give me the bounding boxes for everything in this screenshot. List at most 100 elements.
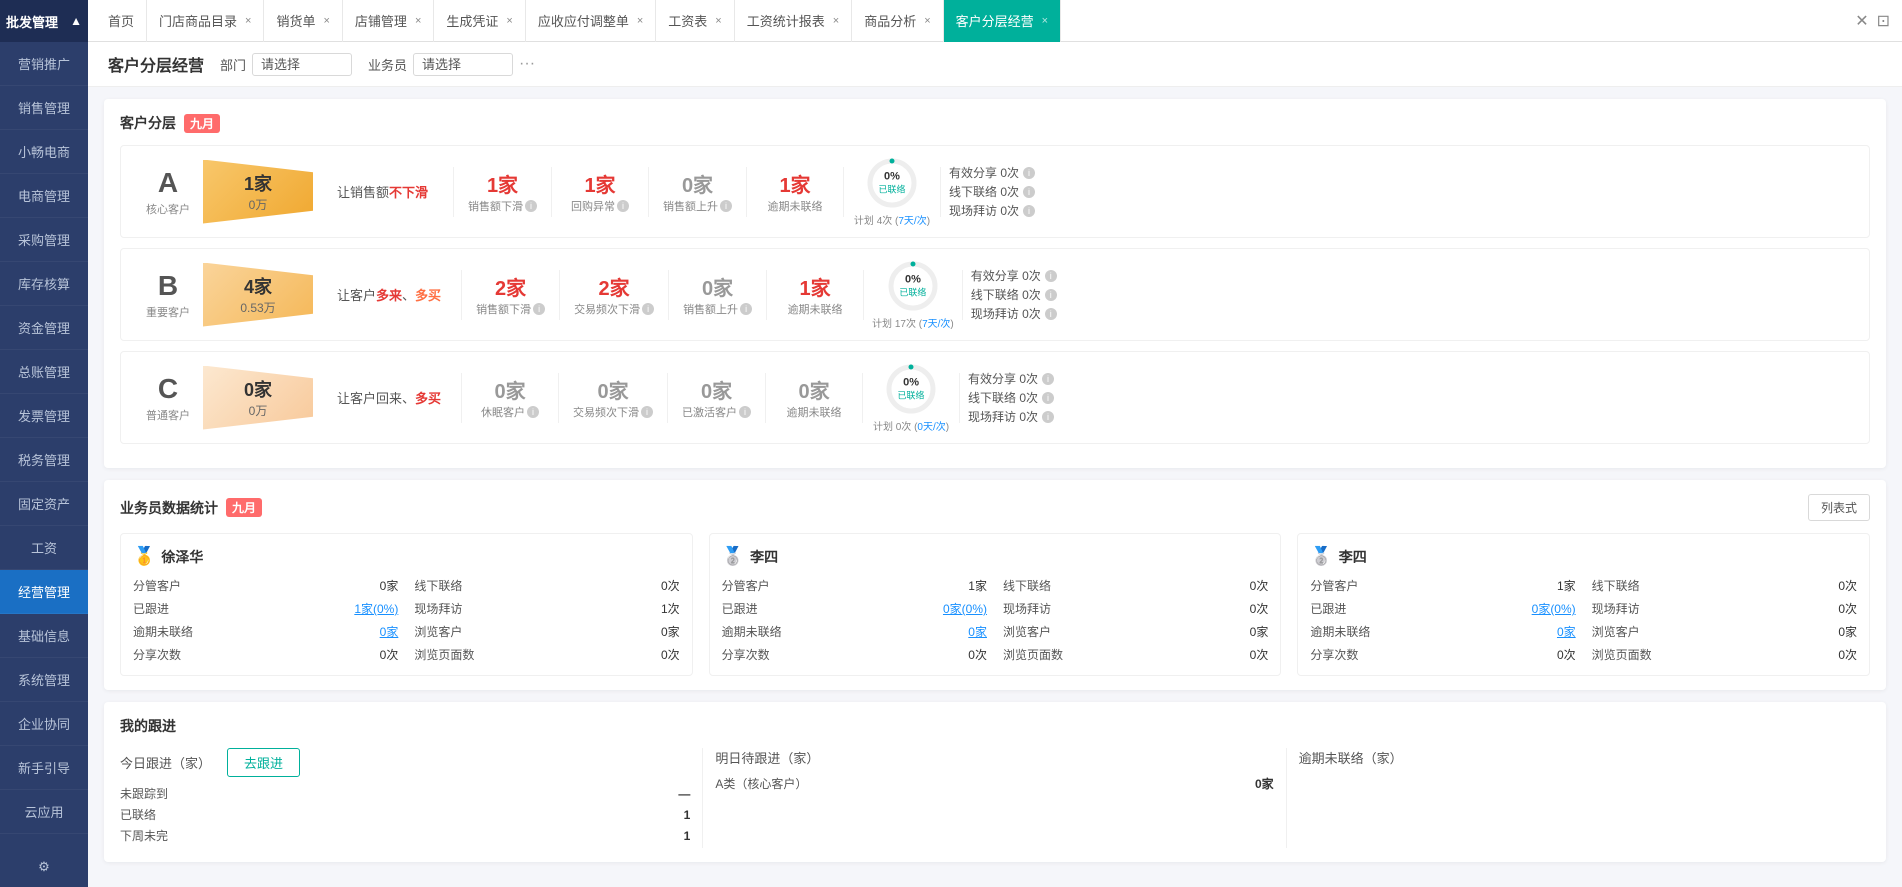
staff-stat-row: 现场拜访 0次 [1592,600,1857,617]
tier-metric1-C: 0家 休眠客户 i [470,375,550,420]
tab-门店商品目录[interactable]: 门店商品目录× [147,0,264,42]
staff-stat-row: 分享次数 0次 [1310,646,1575,663]
tab-客户分层经营[interactable]: 客户分层经营 × [944,0,1061,42]
sidebar-expand-icon[interactable]: ▲ [70,14,82,28]
tier-divider [668,270,669,320]
sidebar-item-库存核算[interactable]: 库存核算 [0,262,88,306]
sidebar-item-税务管理[interactable]: 税务管理 [0,438,88,482]
tab-工资统计报表[interactable]: 工资统计报表× [735,0,852,42]
tab-工资表[interactable]: 工资表× [656,0,734,42]
tier-metric1-B: 2家 销售额下滑 i [470,272,551,317]
medal-icon: 🥈 [722,546,744,567]
sidebar-item-电商管理[interactable]: 电商管理 [0,174,88,218]
staff-section: 业务员数据统计 九月 列表式 🥇 徐泽华 分管客户 0家 线下联络 0次 已跟进 [104,480,1886,690]
tab-close-icon[interactable]: × [1042,15,1048,27]
tab-label: 客户分层经营 [956,11,1034,30]
staff-card-0: 🥇 徐泽华 分管客户 0家 线下联络 0次 已跟进 1家(0%) 现场拜访 1次 [120,533,693,676]
tab-close-icon[interactable]: × [833,15,839,27]
tab-label: 首页 [108,11,134,30]
tab-close-icon[interactable]: × [637,15,643,27]
tab-bar: 首页门店商品目录×销货单×店铺管理×生成凭证×应收应付调整单×工资表×工资统计报… [88,0,1902,42]
sidebar-item-云应用[interactable]: 云应用 [0,790,88,834]
tab-close-icon[interactable]: × [924,15,930,27]
sidebar-item-采购管理[interactable]: 采购管理 [0,218,88,262]
staff-stat-row: 分管客户 0家 [133,577,398,594]
sidebar-item-总账管理[interactable]: 总账管理 [0,350,88,394]
tier-divider [453,167,454,217]
followup-goto-btn[interactable]: 去跟进 [227,748,300,777]
sidebar: 批发管理 ▲ 营销推广销售管理小畅电商电商管理采购管理库存核算资金管理总账管理发… [0,0,88,887]
tab-销货单[interactable]: 销货单× [264,0,342,42]
staff-stat-row: 分管客户 1家 [722,577,987,594]
tab-店铺管理[interactable]: 店铺管理 × [343,0,434,42]
staff-stat-row: 浏览页面数 0次 [1003,646,1268,663]
staff-stats-grid: 分管客户 0家 线下联络 0次 已跟进 1家(0%) 现场拜访 1次 逾期未联络… [133,577,680,663]
filter-more-icon[interactable]: ··· [519,55,535,73]
list-view-button[interactable]: 列表式 [1808,494,1870,521]
tab-label: 店铺管理 [355,11,407,30]
close-tab-icon[interactable]: ✕ [1855,11,1868,31]
staff-filter: 业务员 请选择 ··· [368,53,535,76]
sidebar-item-经营管理[interactable]: 经营管理 [0,570,88,614]
sidebar-title: 批发管理 [6,12,58,31]
tier-row-C: C 普通客户 0家0万让客户回来、多买 0家 休眠客户 i 0家 交易频次下滑 … [120,351,1870,444]
sidebar-item-系统管理[interactable]: 系统管理 [0,658,88,702]
staff-name: 李四 [1339,547,1367,567]
sidebar-item-小畅电商[interactable]: 小畅电商 [0,130,88,174]
tab-close-icon[interactable]: × [245,15,251,27]
tab-close-icon[interactable]: × [323,15,329,27]
tier-divider [766,270,767,320]
sidebar-item-新手引导[interactable]: 新手引导 [0,746,88,790]
staff-stat-row: 浏览页面数 0次 [414,646,679,663]
staff-stat-row: 线下联络 0次 [414,577,679,594]
sidebar-item-销售管理[interactable]: 销售管理 [0,86,88,130]
staff-stat-row: 线下联络 0次 [1592,577,1857,594]
staff-stat-row: 浏览客户 0家 [414,623,679,640]
staff-stat-row: 逾期未联络 0家 [722,623,987,640]
tier-metric4-B: 1家 逾期未联络 [775,272,855,317]
tab-close-icon[interactable]: × [415,15,421,27]
tab-close-icon[interactable]: × [715,15,721,27]
sidebar-item-固定资产[interactable]: 固定资产 [0,482,88,526]
staff-stats-grid: 分管客户 1家 线下联络 0次 已跟进 0家(0%) 现场拜访 0次 逾期未联络… [722,577,1269,663]
sidebar-item-营销推广[interactable]: 营销推广 [0,42,88,86]
sidebar-item-基础信息[interactable]: 基础信息 [0,614,88,658]
tier-action-B: 让客户多来、多买 [325,285,453,304]
tab-应收应付调整单[interactable]: 应收应付调整单 × [526,0,656,42]
tab-商品分析[interactable]: 商品分析× [852,0,943,42]
tab-label: 应收应付调整单 [538,11,629,30]
tier-divider [461,373,462,423]
tier-circle-A: 0% 已联络 计划 4次 (7天/次) [852,156,932,227]
tier-metric2-C: 0家 交易频次下滑 i [567,375,659,420]
staff-name-row: 🥈 李四 [1310,546,1857,567]
staff-card-2: 🥈 李四 分管客户 1家 线下联络 0次 已跟进 0家(0%) 现场拜访 0次 [1297,533,1870,676]
sidebar-item-工资[interactable]: 工资 [0,526,88,570]
sidebar-item-发票管理[interactable]: 发票管理 [0,394,88,438]
sidebar-item-资金管理[interactable]: 资金管理 [0,306,88,350]
staff-select[interactable]: 请选择 [413,53,513,76]
tier-divider [559,270,560,320]
tier-metric2-A: 1家 回购异常 i [560,169,640,214]
sidebar-item-企业协同[interactable]: 企业协同 [0,702,88,746]
staff-name: 徐泽华 [161,547,203,567]
tier-label-A: A 核心客户 [133,167,203,217]
tier-row-A: A 核心客户 1家0万让销售额不下滑 1家 销售额下滑 i 1家 回购异常 i … [120,145,1870,238]
tab-bar-controls: ✕ ⊡ [1855,11,1894,31]
followup-col-0: 今日跟进（家）去跟进未跟踪到—已联络1下周未完1 [120,748,703,848]
tier-circle-C: 0% 已联络 计划 0次 (0天/次) [871,362,951,433]
tab-首页[interactable]: 首页 [96,0,147,42]
tab-close-icon[interactable]: × [506,15,512,27]
followup-row: A类（核心客户）0家 [715,775,1273,792]
dept-select[interactable]: 请选择 [252,53,352,76]
tier-right-stats-A: 有效分享 0次i线下联络 0次i现场拜访 0次i [949,164,1059,219]
tier-metric1-A: 1家 销售额下滑 i [462,169,543,214]
restore-tab-icon[interactable]: ⊡ [1877,11,1890,31]
followup-section: 我的跟进 今日跟进（家）去跟进未跟踪到—已联络1下周未完1 明日待跟进（家）A类… [104,702,1886,862]
followup-col-1: 明日待跟进（家）A类（核心客户）0家 [703,748,1286,848]
tier-divider [940,167,941,217]
month-badge: 九月 [184,114,220,133]
staff-stat-row: 浏览客户 0家 [1592,623,1857,640]
followup-col-title: 逾期未联络（家） [1299,748,1858,767]
sidebar-settings[interactable]: ⚙ [0,847,88,887]
tab-生成凭证[interactable]: 生成凭证× [434,0,525,42]
